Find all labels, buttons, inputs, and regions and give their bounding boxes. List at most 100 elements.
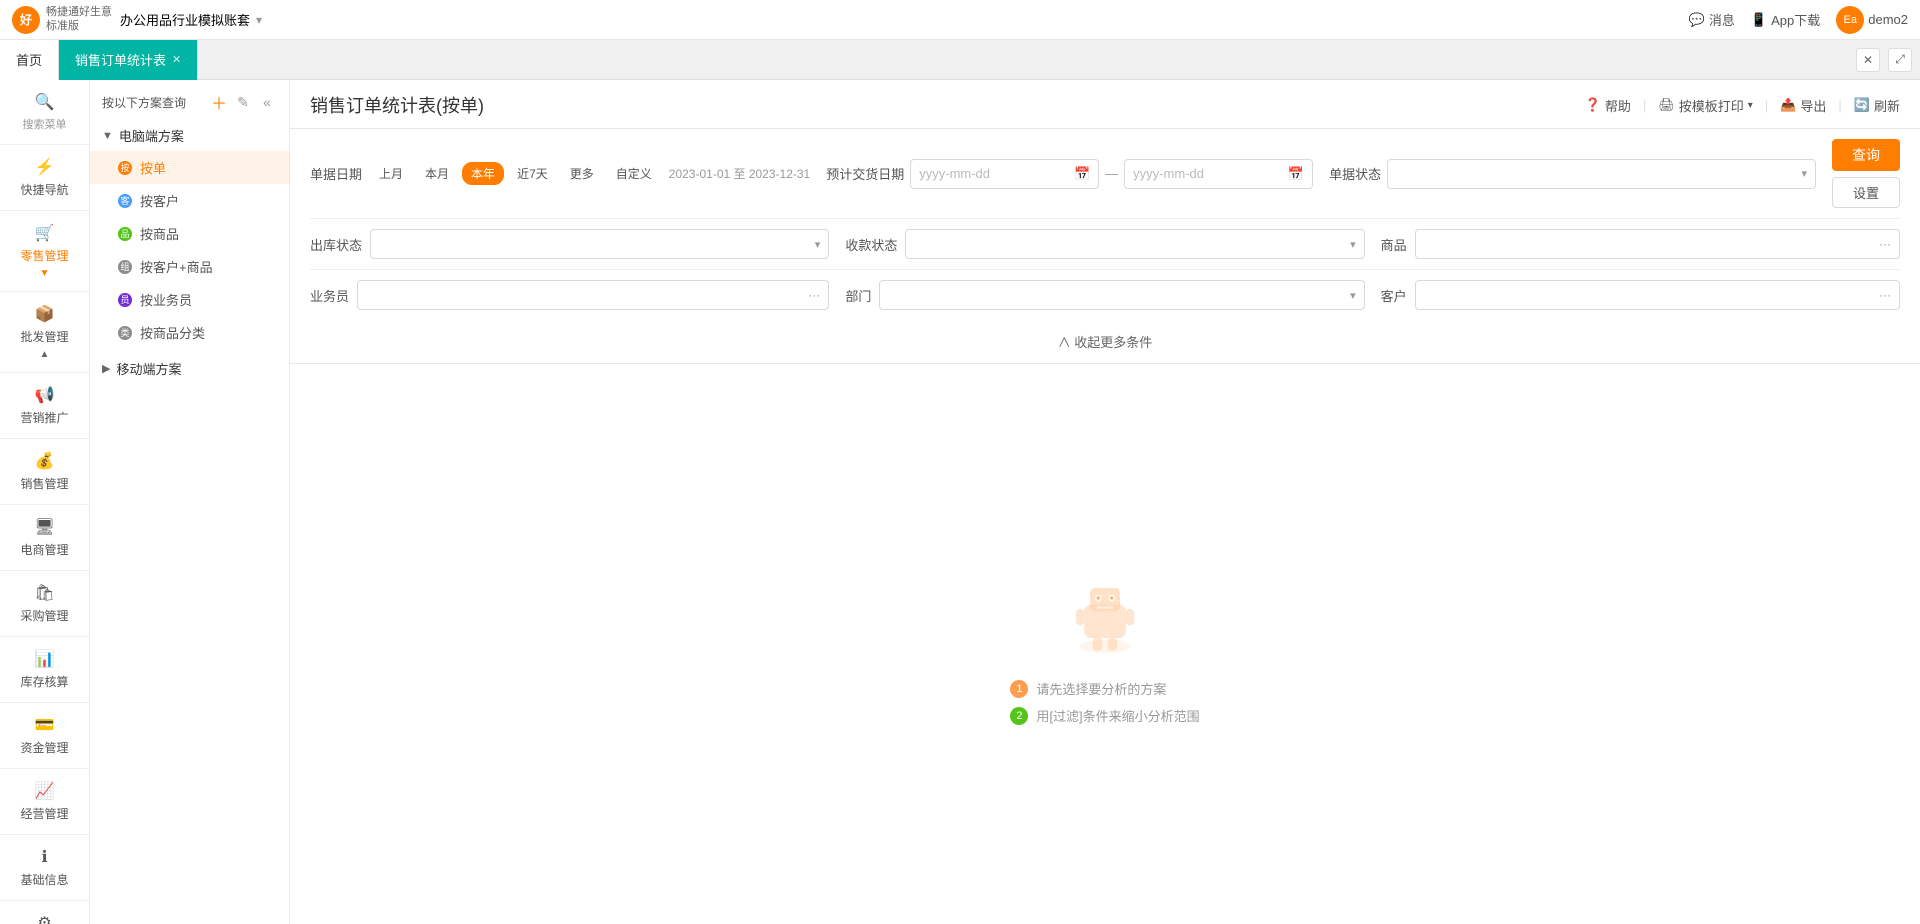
tab-close-all-btn[interactable]: ✕ — [1856, 48, 1880, 72]
print-btn[interactable]: 🖨 按模板打印 ▾ — [1658, 96, 1753, 115]
export-btn[interactable]: 📤 导出 — [1780, 96, 1826, 115]
empty-state: 1 请先选择要分析的方案 2 用[过滤]条件来缩小分析范围 — [290, 364, 1920, 924]
retail-icon: 🛒 — [35, 223, 55, 243]
customer-more-icon: ··· — [1879, 288, 1891, 302]
sidebar-item-basics[interactable]: ℹ 基础信息 — [0, 835, 89, 901]
tip-num-1: 1 — [1010, 680, 1028, 698]
scheme-collapse-btn[interactable]: « — [257, 92, 277, 112]
purchase-icon: 🛍 — [34, 583, 54, 603]
by-customer-icon: 客 — [118, 194, 132, 208]
scheme-group-header-desktop[interactable]: ▼ 电脑端方案 — [90, 120, 289, 151]
tab-bar-controls: ✕ ⤢ — [1856, 48, 1912, 72]
scheme-panel-actions: ＋ ✎ « — [209, 92, 277, 112]
tab-sales-stat[interactable]: 销售订单统计表 ✕ — [59, 40, 198, 80]
ecommerce-icon: 🖥 — [34, 517, 54, 537]
right-content: 销售订单统计表(按单) ❓ 帮助 | 🖨 按模板打印 ▾ | — [290, 80, 1920, 924]
salesman-input[interactable]: ··· — [357, 280, 829, 310]
department-select[interactable]: ▾ — [879, 280, 1364, 310]
basics-icon: ℹ — [41, 847, 47, 867]
goods-input[interactable]: ··· — [1415, 229, 1900, 259]
by-goods-icon: 品 — [118, 227, 132, 241]
scheme-item-by-order[interactable]: 按 按单 — [90, 151, 289, 184]
breadcrumb-area: 办公用品行业模拟账套 ▾ — [120, 10, 262, 29]
sidebar-item-wholesale[interactable]: 📦 批发管理 ▲ — [0, 292, 89, 373]
out-status-select[interactable]: ▾ — [370, 229, 829, 259]
divider3: | — [1838, 98, 1841, 113]
inventory-icon: 📊 — [35, 649, 55, 669]
help-btn[interactable]: ❓ 帮助 — [1585, 96, 1631, 115]
scheme-add-btn[interactable]: ＋ — [209, 92, 229, 112]
scheme-item-label-category: 按商品分类 — [140, 323, 205, 342]
sidebar-item-sales[interactable]: 💰 销售管理 — [0, 439, 89, 505]
sidebar-item-inventory[interactable]: 📊 库存核算 — [0, 637, 89, 703]
doc-status-cell: 单据状态 ▾ — [1329, 159, 1816, 189]
settings-button[interactable]: 设置 — [1832, 177, 1900, 208]
logo-icon: 好 — [12, 6, 40, 34]
out-status-cell: 出库状态 ▾ — [310, 229, 829, 259]
sidebar-item-finance[interactable]: 💳 资金管理 — [0, 703, 89, 769]
page-title-row: 销售订单统计表(按单) ❓ 帮助 | 🖨 按模板打印 ▾ | — [310, 92, 1900, 128]
sidebar-item-system[interactable]: ⚙ 系统管理 — [0, 901, 89, 924]
tab-expand-btn[interactable]: ⤢ — [1888, 48, 1912, 72]
marketing-icon: 📢 — [35, 385, 55, 405]
receipt-status-select[interactable]: ▾ — [905, 229, 1364, 259]
inventory-label: 库存核算 — [20, 673, 68, 690]
export-icon: 📤 — [1780, 97, 1796, 113]
empty-illustration — [1055, 563, 1155, 663]
department-cell: 部门 ▾ — [845, 280, 1364, 310]
customer-input[interactable]: ··· — [1415, 280, 1900, 310]
date-btn-more[interactable]: 更多 — [561, 162, 603, 185]
query-button[interactable]: 查询 — [1832, 139, 1900, 171]
date-btn-last-month[interactable]: 上月 — [370, 162, 412, 185]
sales-label: 销售管理 — [20, 475, 68, 492]
purchase-label: 采购管理 — [20, 607, 68, 624]
sidebar-quick-nav[interactable]: ⚡ 快捷导航 — [0, 145, 89, 211]
sidebar-item-retail[interactable]: 🛒 零售管理 ▼ — [0, 211, 89, 292]
salesman-label: 业务员 — [310, 286, 349, 305]
department-label: 部门 — [845, 286, 871, 305]
sidebar-item-ecommerce[interactable]: 🖥 电商管理 — [0, 505, 89, 571]
help-icon: ❓ — [1585, 97, 1601, 113]
user-avatar[interactable]: Ea demo2 — [1836, 6, 1908, 34]
date-btn-7days[interactable]: 近7天 — [508, 162, 557, 185]
by-order-icon: 按 — [118, 161, 132, 175]
date-btn-this-month[interactable]: 本月 — [416, 162, 458, 185]
expected-date-to[interactable]: yyyy-mm-dd 📅 — [1124, 159, 1313, 189]
scheme-item-label-customer: 按客户 — [140, 191, 179, 210]
scheme-item-by-category[interactable]: 类 按商品分类 — [90, 316, 289, 349]
search-icon: 🔍 — [35, 92, 55, 112]
doc-status-select[interactable]: ▾ — [1387, 159, 1816, 189]
scheme-item-by-salesman[interactable]: 员 按业务员 — [90, 283, 289, 316]
app-download-btn[interactable]: 📱 App下载 — [1751, 10, 1820, 29]
tab-close-btn[interactable]: ✕ — [172, 53, 181, 66]
salesman-cell: 业务员 ··· — [310, 280, 829, 310]
sidebar-item-purchase[interactable]: 🛍 采购管理 — [0, 571, 89, 637]
scheme-edit-btn[interactable]: ✎ — [233, 92, 253, 112]
expected-date-from[interactable]: yyyy-mm-dd 📅 — [910, 159, 1099, 189]
salesman-more-icon: ··· — [808, 288, 820, 302]
sidebar-search[interactable]: 🔍 搜索菜单 — [0, 80, 89, 145]
scheme-item-by-customer-goods[interactable]: 组 按客户+商品 — [90, 250, 289, 283]
group-mobile-expand-icon: ▶ — [102, 362, 110, 375]
print-icon: 🖨 — [1658, 97, 1675, 113]
tab-home[interactable]: 首页 — [0, 40, 59, 80]
scheme-item-by-customer[interactable]: 客 按客户 — [90, 184, 289, 217]
scheme-item-by-goods[interactable]: 品 按商品 — [90, 217, 289, 250]
by-salesman-icon: 员 — [118, 293, 132, 307]
filter-row-2: 出库状态 ▾ 收款状态 ▾ 商品 — [310, 219, 1900, 270]
refresh-btn[interactable]: 🔄 刷新 — [1854, 96, 1900, 115]
date-btn-this-year[interactable]: 本年 — [462, 162, 504, 185]
scheme-group-header-mobile[interactable]: ▶ 移动端方案 — [90, 353, 289, 384]
tab-bar: 首页 销售订单统计表 ✕ ✕ ⤢ — [0, 40, 1920, 80]
collapse-btn[interactable]: ∧ 收起更多条件 — [1046, 328, 1165, 355]
sidebar-item-operations[interactable]: 📈 经营管理 — [0, 769, 89, 835]
customer-cell: 客户 ··· — [1381, 280, 1900, 310]
empty-tip-2: 2 用[过滤]条件来缩小分析范围 — [1010, 706, 1199, 725]
breadcrumb-arrow-icon[interactable]: ▾ — [256, 13, 262, 27]
message-btn[interactable]: 💬 消息 — [1689, 10, 1735, 29]
marketing-label: 营销推广 — [20, 409, 68, 426]
refresh-icon: 🔄 — [1854, 97, 1870, 113]
sidebar-item-marketing[interactable]: 📢 营销推广 — [0, 373, 89, 439]
empty-tip-1: 1 请先选择要分析的方案 — [1010, 679, 1199, 698]
date-btn-custom[interactable]: 自定义 — [607, 162, 661, 185]
